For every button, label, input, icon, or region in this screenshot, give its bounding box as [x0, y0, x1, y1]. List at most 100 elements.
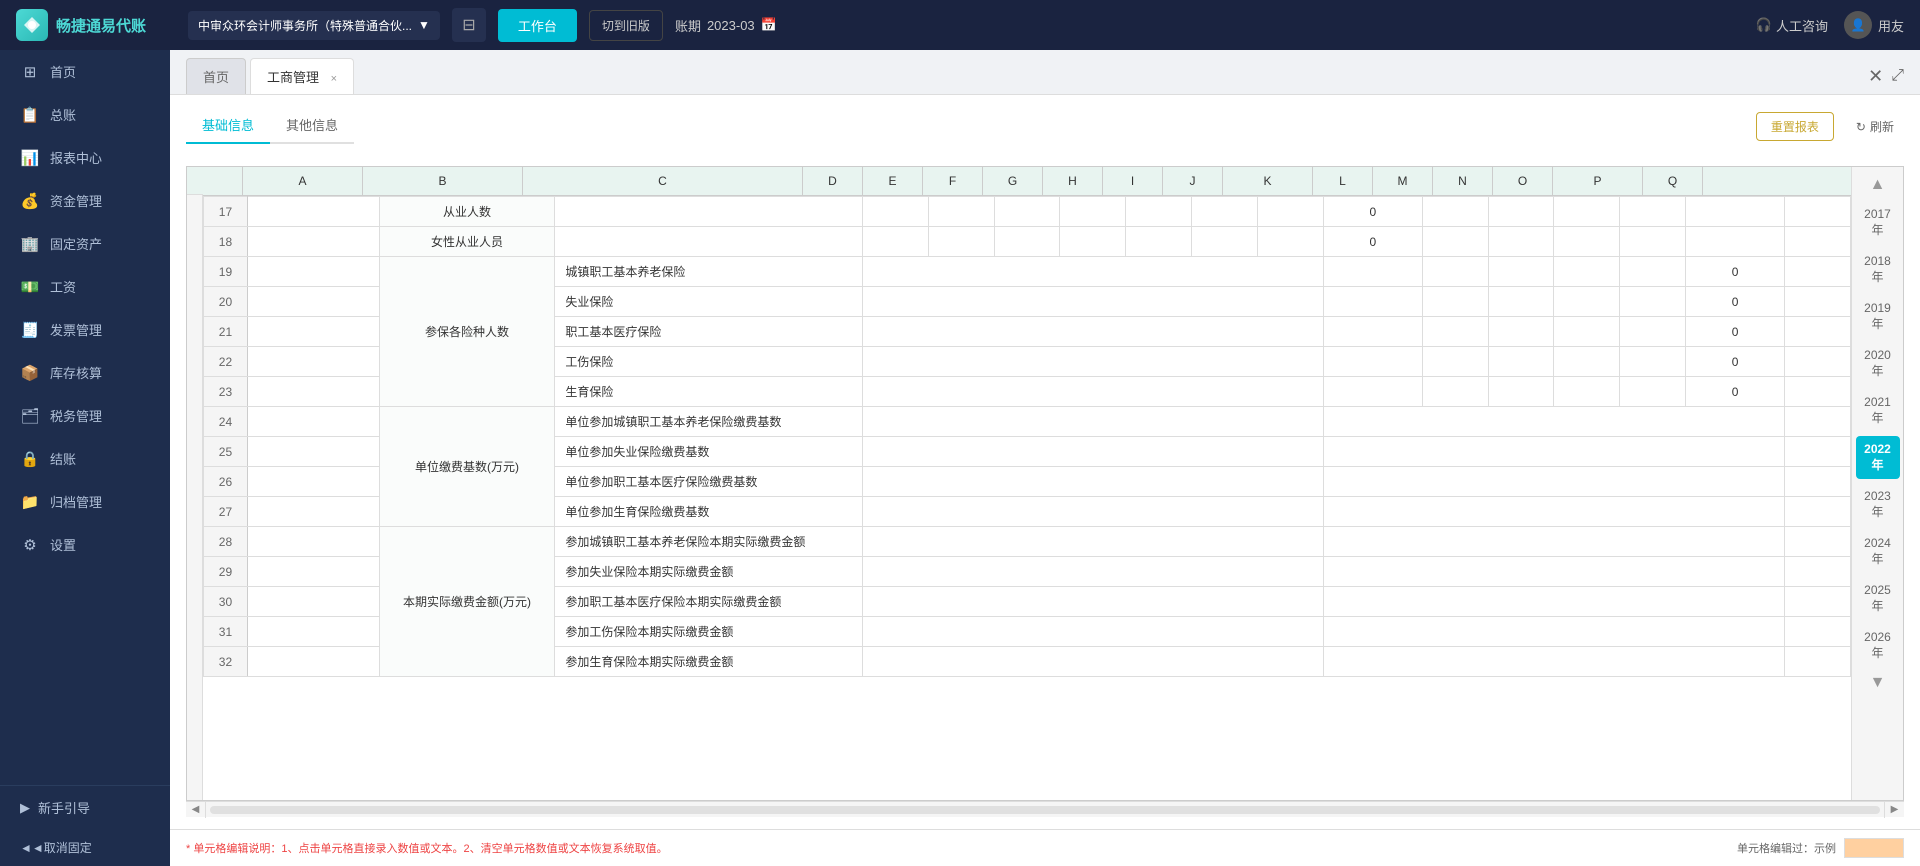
cell-g18[interactable]	[1060, 227, 1126, 257]
cell-a28[interactable]	[247, 527, 379, 557]
cell-k24[interactable]	[1323, 407, 1784, 437]
cell-d27[interactable]	[862, 497, 1323, 527]
old-version-button[interactable]: 切到旧版	[589, 10, 663, 41]
cell-q22[interactable]	[1785, 347, 1851, 377]
cell-p20[interactable]: 0	[1686, 287, 1785, 317]
cell-q27[interactable]	[1785, 497, 1851, 527]
cell-h18[interactable]	[1126, 227, 1192, 257]
cell-c31[interactable]: 参加工伤保险本期实际缴费金额	[555, 617, 862, 647]
year-item-2021[interactable]: 2021年	[1856, 389, 1900, 432]
year-item-2018[interactable]: 2018年	[1856, 248, 1900, 291]
cell-q28[interactable]	[1785, 527, 1851, 557]
cell-a32[interactable]	[247, 647, 379, 677]
cell-q24[interactable]	[1785, 407, 1851, 437]
sidebar-item-asset[interactable]: 🏢 固定资产	[0, 222, 170, 265]
tab-close-btn[interactable]: ×	[331, 73, 337, 85]
cell-i18[interactable]	[1192, 227, 1258, 257]
cell-m17[interactable]	[1488, 197, 1554, 227]
user-menu[interactable]: 👤 用友	[1844, 11, 1904, 39]
cell-b18[interactable]: 女性从业人员	[379, 227, 555, 257]
year-item-2017[interactable]: 2017年	[1856, 201, 1900, 244]
cell-b24-merged[interactable]: 单位缴费基数(万元)	[379, 407, 555, 527]
cell-m18[interactable]	[1488, 227, 1554, 257]
cell-d32[interactable]	[862, 647, 1323, 677]
cell-d28[interactable]	[862, 527, 1323, 557]
cell-d29[interactable]	[862, 557, 1323, 587]
reset-report-button[interactable]: 重置报表	[1756, 112, 1834, 141]
cell-p22[interactable]: 0	[1686, 347, 1785, 377]
company-icon-btn[interactable]: ⊟	[452, 8, 486, 42]
cell-p18[interactable]	[1686, 227, 1785, 257]
cell-k28[interactable]	[1323, 527, 1784, 557]
cell-c23[interactable]: 生育保险	[555, 377, 862, 407]
cell-c20[interactable]: 失业保险	[555, 287, 862, 317]
unpin-button[interactable]: ◄◄取消固定	[0, 829, 170, 866]
scroll-right-btn[interactable]: ▶	[1884, 802, 1904, 818]
cell-a26[interactable]	[247, 467, 379, 497]
tab-business[interactable]: 工商管理 ×	[250, 58, 354, 94]
cell-q21[interactable]	[1785, 317, 1851, 347]
cell-b19-merged[interactable]: 参保各险种人数	[379, 257, 555, 407]
sub-tab-basic[interactable]: 基础信息	[186, 107, 270, 144]
cell-b28-merged[interactable]: 本期实际缴费金额(万元)	[379, 527, 555, 677]
cell-a30[interactable]	[247, 587, 379, 617]
cell-n23[interactable]	[1554, 377, 1620, 407]
spreadsheet-inner[interactable]: A B C D E F G H I J K L M N O	[203, 167, 1851, 800]
cell-i17[interactable]	[1192, 197, 1258, 227]
cell-a20[interactable]	[247, 287, 379, 317]
cell-c26[interactable]: 单位参加职工基本医疗保险缴费基数	[555, 467, 862, 497]
cell-d17[interactable]	[862, 197, 928, 227]
cell-k32[interactable]	[1323, 647, 1784, 677]
year-item-2025[interactable]: 2025年	[1856, 577, 1900, 620]
cell-b17[interactable]: 从业人数	[379, 197, 555, 227]
cell-a19[interactable]	[247, 257, 379, 287]
cell-l20[interactable]	[1422, 287, 1488, 317]
cell-q30[interactable]	[1785, 587, 1851, 617]
cell-k23[interactable]	[1323, 377, 1422, 407]
cell-n21[interactable]	[1554, 317, 1620, 347]
cell-l17[interactable]	[1422, 197, 1488, 227]
cell-a17[interactable]	[247, 197, 379, 227]
cell-n20[interactable]	[1554, 287, 1620, 317]
cell-d31[interactable]	[862, 617, 1323, 647]
cell-c25[interactable]: 单位参加失业保险缴费基数	[555, 437, 862, 467]
cell-c30[interactable]: 参加职工基本医疗保险本期实际缴费金额	[555, 587, 862, 617]
workbench-button[interactable]: 工作台	[498, 9, 577, 42]
cell-o20[interactable]	[1620, 287, 1686, 317]
cell-c18[interactable]	[555, 227, 862, 257]
cell-q23[interactable]	[1785, 377, 1851, 407]
cell-p23[interactable]: 0	[1686, 377, 1785, 407]
cell-e18[interactable]	[928, 227, 994, 257]
cell-a24[interactable]	[247, 407, 379, 437]
cell-l21[interactable]	[1422, 317, 1488, 347]
cell-c29[interactable]: 参加失业保险本期实际缴费金额	[555, 557, 862, 587]
sidebar-item-tax[interactable]: 🗂 税务管理	[0, 394, 170, 437]
cell-k25[interactable]	[1323, 437, 1784, 467]
cell-f17[interactable]	[994, 197, 1060, 227]
tab-close-icon[interactable]: ✕	[1868, 66, 1883, 87]
cell-a18[interactable]	[247, 227, 379, 257]
cell-a31[interactable]	[247, 617, 379, 647]
cell-c27[interactable]: 单位参加生育保险缴费基数	[555, 497, 862, 527]
cell-o23[interactable]	[1620, 377, 1686, 407]
cell-k19[interactable]	[1323, 257, 1422, 287]
cell-q31[interactable]	[1785, 617, 1851, 647]
year-scroll-down[interactable]: ▼	[1856, 669, 1900, 697]
cell-g17[interactable]	[1060, 197, 1126, 227]
cell-l18[interactable]	[1422, 227, 1488, 257]
cell-l19[interactable]	[1422, 257, 1488, 287]
cell-m23[interactable]	[1488, 377, 1554, 407]
cell-m19[interactable]	[1488, 257, 1554, 287]
year-item-2022[interactable]: 2022年	[1856, 436, 1900, 479]
cell-c24[interactable]: 单位参加城镇职工基本养老保险缴费基数	[555, 407, 862, 437]
scroll-track[interactable]	[210, 806, 1880, 814]
cell-k21[interactable]	[1323, 317, 1422, 347]
cell-n17[interactable]	[1554, 197, 1620, 227]
cell-k18[interactable]: 0	[1323, 227, 1422, 257]
cell-a21[interactable]	[247, 317, 379, 347]
cell-a29[interactable]	[247, 557, 379, 587]
cell-q20[interactable]	[1785, 287, 1851, 317]
tab-home[interactable]: 首页	[186, 58, 246, 94]
new-user-guide[interactable]: ▶ 新手引导	[0, 786, 170, 829]
cell-d24[interactable]	[862, 407, 1323, 437]
